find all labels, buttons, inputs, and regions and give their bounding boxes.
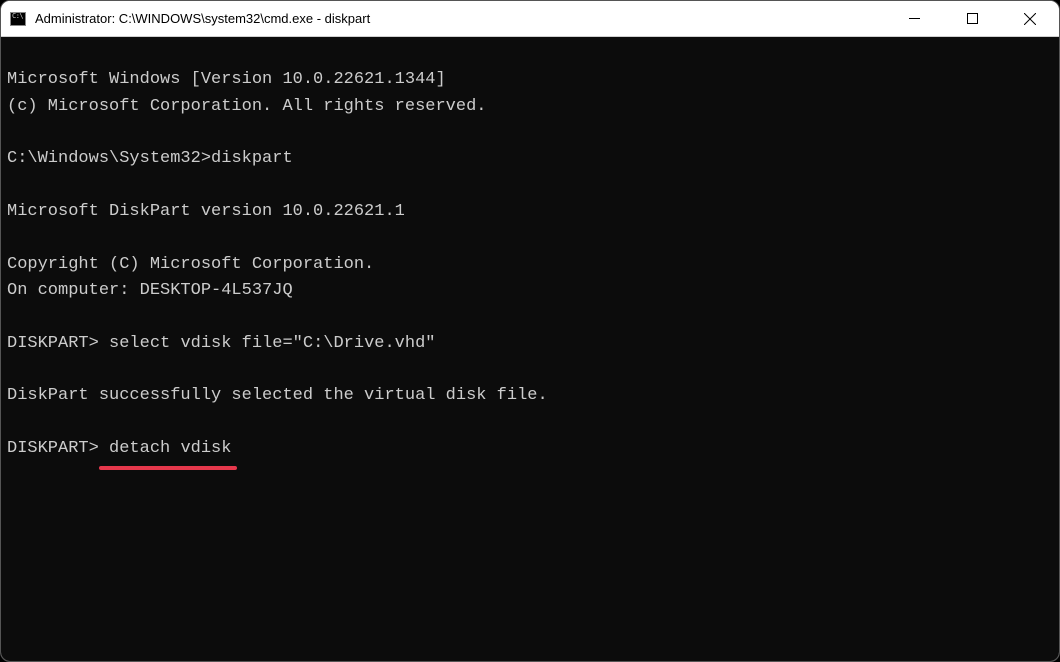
output-line: Microsoft DiskPart version 10.0.22621.1 [7,202,405,221]
cmd-window: Administrator: C:\WINDOWS\system32\cmd.e… [0,0,1060,662]
output-line: Copyright (C) Microsoft Corporation. [7,255,374,274]
output-line: (c) Microsoft Corporation. All rights re… [7,97,486,116]
minimize-button[interactable] [885,1,943,36]
prompt-line: DISKPART> select vdisk file="C:\Drive.vh… [7,334,435,353]
prompt: DISKPART> [7,334,109,353]
prompt-line: DISKPART> detach vdisk [7,439,231,458]
maximize-button[interactable] [943,1,1001,36]
window-title: Administrator: C:\WINDOWS\system32\cmd.e… [35,11,885,26]
prompt: DISKPART> [7,439,109,458]
command: select vdisk file="C:\Drive.vhd" [109,334,435,353]
output-line: DiskPart successfully selected the virtu… [7,386,548,405]
highlight-underline [99,466,237,470]
output-line: Microsoft Windows [Version 10.0.22621.13… [7,70,446,89]
cmd-icon [9,10,27,28]
command: detach vdisk [109,439,231,458]
prompt-line: C:\Windows\System32>diskpart [7,149,293,168]
window-controls [885,1,1059,36]
terminal-area[interactable]: Microsoft Windows [Version 10.0.22621.13… [1,37,1059,661]
close-button[interactable] [1001,1,1059,36]
command: diskpart [211,149,293,168]
output-line: On computer: DESKTOP-4L537JQ [7,281,293,300]
titlebar[interactable]: Administrator: C:\WINDOWS\system32\cmd.e… [1,1,1059,37]
prompt: C:\Windows\System32> [7,149,211,168]
